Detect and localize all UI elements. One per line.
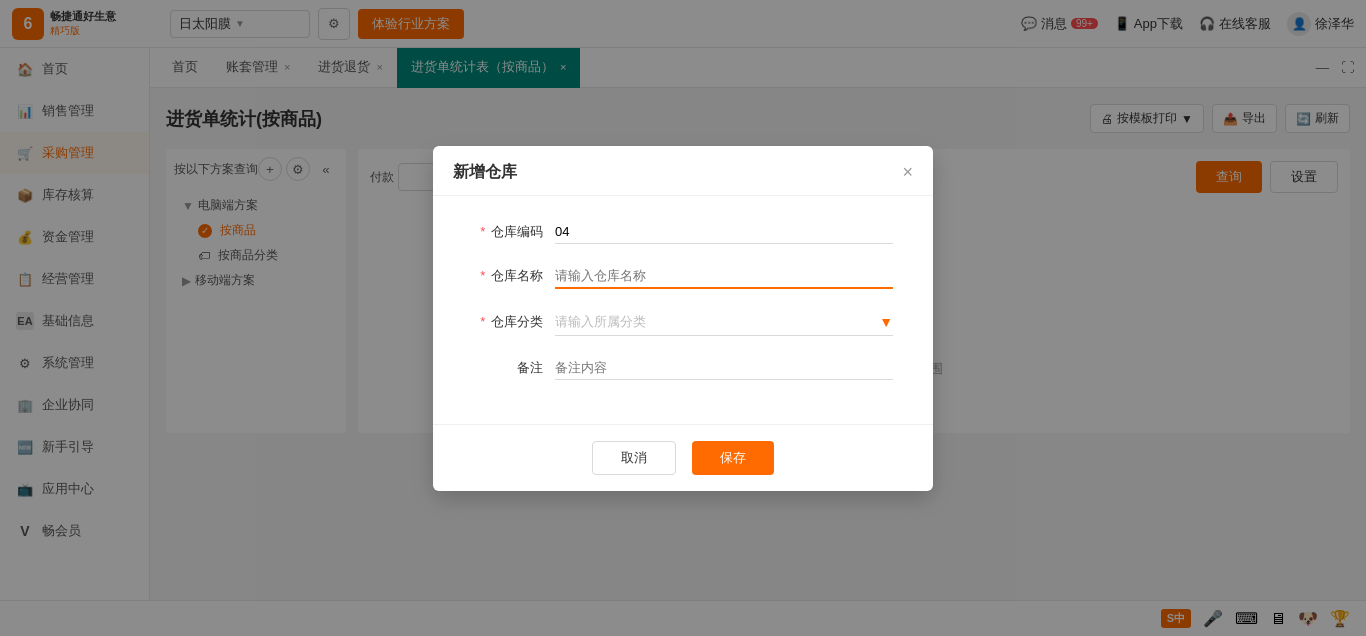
warehouse-remark-input[interactable] — [555, 356, 893, 380]
cancel-button[interactable]: 取消 — [592, 441, 676, 475]
modal-new-warehouse: 新增仓库 × * 仓库编码 * 仓库名称 — [433, 146, 933, 491]
code-label: * 仓库编码 — [473, 223, 543, 241]
remark-label: 备注 — [473, 359, 543, 377]
modal-body: * 仓库编码 * 仓库名称 * 仓库分类 请输入所属 — [433, 196, 933, 424]
category-label: * 仓库分类 — [473, 313, 543, 331]
modal-title: 新增仓库 — [453, 162, 517, 183]
warehouse-code-input[interactable] — [555, 220, 893, 244]
required-star-code: * — [480, 224, 485, 239]
form-row-remark: 备注 — [473, 356, 893, 380]
form-row-code: * 仓库编码 — [473, 220, 893, 244]
modal-header: 新增仓库 × — [433, 146, 933, 196]
name-label: * 仓库名称 — [473, 267, 543, 285]
remark-label-text: 备注 — [517, 360, 543, 375]
required-star-name: * — [480, 268, 485, 283]
chevron-down-icon: ▼ — [879, 314, 893, 330]
code-label-text: 仓库编码 — [491, 224, 543, 239]
modal-close-button[interactable]: × — [902, 162, 913, 183]
category-placeholder: 请输入所属分类 — [555, 313, 646, 331]
modal-footer: 取消 保存 — [433, 424, 933, 491]
form-row-category: * 仓库分类 请输入所属分类 ▼ — [473, 309, 893, 336]
warehouse-name-input[interactable] — [555, 264, 893, 289]
form-row-name: * 仓库名称 — [473, 264, 893, 289]
modal-overlay[interactable]: 新增仓库 × * 仓库编码 * 仓库名称 — [0, 0, 1366, 636]
warehouse-category-select[interactable]: 请输入所属分类 ▼ — [555, 309, 893, 336]
required-star-category: * — [480, 314, 485, 329]
save-button[interactable]: 保存 — [692, 441, 774, 475]
name-label-text: 仓库名称 — [491, 268, 543, 283]
category-label-text: 仓库分类 — [491, 314, 543, 329]
